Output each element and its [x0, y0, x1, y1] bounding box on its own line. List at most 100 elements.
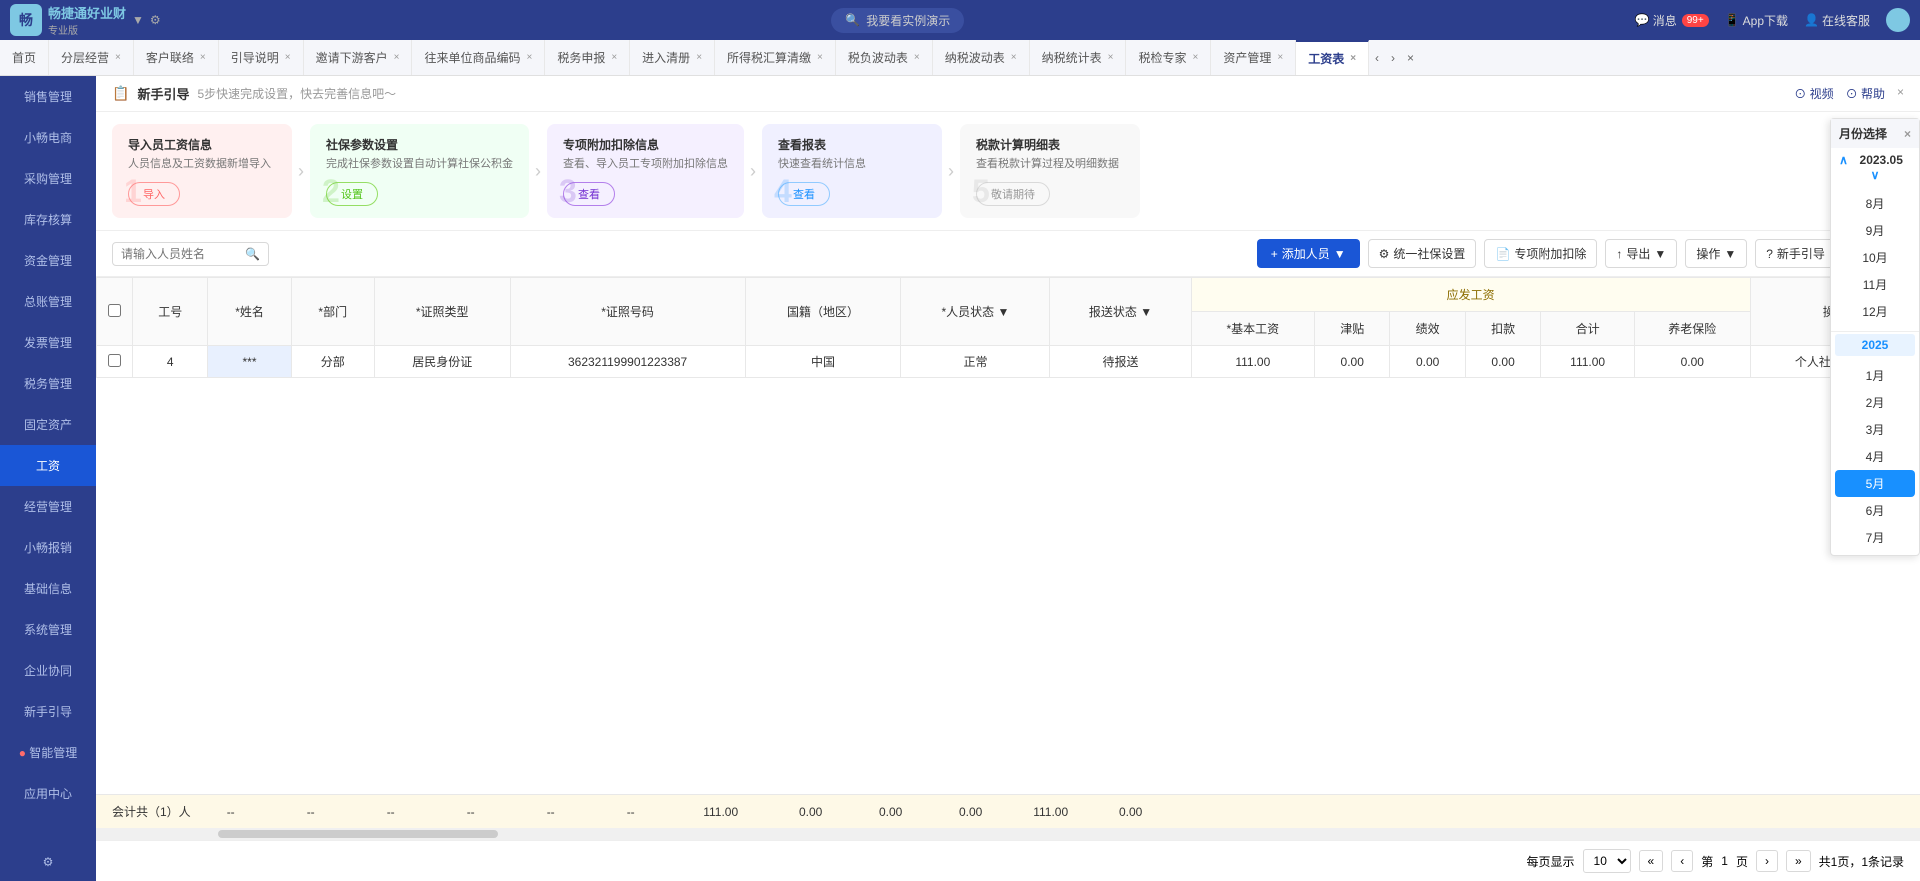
dropdown-icon[interactable]: ▼ — [132, 13, 144, 27]
month-9[interactable]: 9月 — [1831, 217, 1919, 244]
close-icon[interactable]: × — [1277, 52, 1283, 63]
sidebar-item-总账管理[interactable]: 总账管理 — [0, 281, 96, 322]
month-10[interactable]: 10月 — [1831, 244, 1919, 271]
filter-icon2[interactable]: ▼ — [1140, 305, 1152, 319]
guide-help-btn[interactable]: ⊙ 帮助 — [1846, 85, 1885, 102]
sidebar-item-销售管理[interactable]: 销售管理 — [0, 76, 96, 117]
sidebar-item-工资[interactable]: 工资 — [0, 445, 96, 486]
month-2025-3[interactable]: 3月 — [1831, 416, 1919, 443]
sidebar-item-发票管理[interactable]: 发票管理 — [0, 322, 96, 363]
sidebar-item-税务管理[interactable]: 税务管理 — [0, 363, 96, 404]
month-panel-title: 月份选择 — [1839, 125, 1887, 142]
month-8[interactable]: 8月 — [1831, 190, 1919, 217]
horizontal-scrollbar[interactable] — [96, 828, 1920, 840]
tab-工资表[interactable]: 工资表 × — [1296, 40, 1369, 75]
close-icon[interactable]: × — [285, 52, 291, 63]
sidebar-item-库存核算[interactable]: 库存核算 — [0, 199, 96, 240]
close-icon[interactable]: × — [817, 52, 823, 63]
prev-page-btn[interactable]: ‹ — [1671, 850, 1693, 872]
month-2025-5[interactable]: 5月 — [1835, 470, 1915, 497]
year-down-btn[interactable]: ∨ — [1871, 168, 1880, 182]
tab-所得税汇算清缴[interactable]: 所得税汇算清缴 × — [715, 40, 836, 75]
per-page-select[interactable]: 10 20 50 — [1583, 849, 1631, 873]
sidebar-item-采购管理[interactable]: 采购管理 — [0, 158, 96, 199]
tab-next-btn[interactable]: › — [1385, 51, 1401, 65]
guide-close-btn[interactable]: × — [1897, 85, 1904, 102]
message-btn[interactable]: 💬 消息 99+ — [1635, 12, 1709, 29]
tab-税检专家[interactable]: 税检专家 × — [1126, 40, 1211, 75]
row-select-checkbox[interactable] — [108, 354, 121, 367]
online-service-btn[interactable]: 👤 在线客服 — [1804, 12, 1870, 29]
search-input[interactable] — [121, 247, 241, 261]
tab-纳税波动表[interactable]: 纳税波动表 × — [933, 40, 1030, 75]
tab-资产管理[interactable]: 资产管理 × — [1211, 40, 1296, 75]
last-page-btn[interactable]: » — [1786, 850, 1811, 872]
export-btn[interactable]: ↑ 导出 ▼ — [1605, 239, 1677, 268]
close-icon[interactable]: × — [914, 52, 920, 63]
scrollbar-thumb[interactable] — [218, 830, 498, 838]
month-panel-close[interactable]: × — [1904, 127, 1911, 141]
close-icon[interactable]: × — [611, 52, 617, 63]
tab-税务申报[interactable]: 税务申报 × — [545, 40, 630, 75]
tab-纳税统计表[interactable]: 纳税统计表 × — [1030, 40, 1127, 75]
tab-客户联络[interactable]: 客户联络 × — [134, 40, 219, 75]
month-2025-1[interactable]: 1月 — [1831, 362, 1919, 389]
sidebar-item-基础信息[interactable]: 基础信息 — [0, 568, 96, 609]
step-4: 查看报表 快速查看统计信息 查看 4 — [762, 124, 942, 218]
sidebar-item-小畅电商[interactable]: 小畅电商 — [0, 117, 96, 158]
sidebar-item-系统管理[interactable]: 系统管理 — [0, 609, 96, 650]
tab-往来单位商品编码[interactable]: 往来单位商品编码 × — [412, 40, 545, 75]
sidebar-item-应用中心[interactable]: 应用中心 — [0, 773, 96, 814]
th-total: 合计 — [1541, 312, 1635, 346]
tab-prev-btn[interactable]: ‹ — [1369, 51, 1385, 65]
year-up-btn[interactable]: ∧ — [1839, 153, 1848, 167]
tab-进入清册[interactable]: 进入清册 × — [630, 40, 715, 75]
first-page-btn[interactable]: « — [1639, 850, 1664, 872]
month-2025-6[interactable]: 6月 — [1831, 497, 1919, 524]
sidebar-settings-btn[interactable]: ⚙ — [0, 843, 96, 881]
tab-分层经营[interactable]: 分层经营 × — [49, 40, 134, 75]
search-input-wrap[interactable]: 🔍 — [112, 242, 269, 266]
add-staff-button[interactable]: + 添加人员 ▼ — [1257, 239, 1360, 268]
close-icon[interactable]: × — [394, 52, 400, 63]
guide-video-btn[interactable]: ⊙ 视频 — [1794, 85, 1833, 102]
tab-邀请下游客户[interactable]: 邀请下游客户 × — [304, 40, 413, 75]
sidebar-item-小畅报销[interactable]: 小畅报销 — [0, 527, 96, 568]
guide-btn[interactable]: ? 新手引导 — [1755, 239, 1836, 268]
close-icon[interactable]: × — [200, 52, 206, 63]
filter-icon[interactable]: ▼ — [998, 305, 1010, 319]
guide-icon: ? — [1766, 247, 1773, 261]
tab-close-all-btn[interactable]: × — [1401, 51, 1420, 65]
close-icon[interactable]: × — [526, 52, 532, 63]
demo-search[interactable]: 🔍 我要看实例演示 — [831, 8, 964, 33]
close-active-icon[interactable]: × — [1350, 53, 1356, 64]
close-icon[interactable]: × — [1108, 52, 1114, 63]
settings-icon[interactable]: ⚙ — [150, 13, 161, 27]
operation-btn[interactable]: 操作 ▼ — [1685, 239, 1747, 268]
tab-引导说明[interactable]: 引导说明 × — [219, 40, 304, 75]
special-deduction-btn[interactable]: 📄 专项附加扣除 — [1484, 239, 1597, 268]
sidebar-item-智能管理[interactable]: ● 智能管理 — [0, 732, 96, 773]
month-11[interactable]: 11月 — [1831, 271, 1919, 298]
sidebar-item-新手引导[interactable]: 新手引导 — [0, 691, 96, 732]
tab-home[interactable]: 首页 — [0, 40, 49, 75]
search-icon[interactable]: 🔍 — [245, 247, 260, 261]
close-icon[interactable]: × — [1011, 52, 1017, 63]
close-icon[interactable]: × — [115, 52, 121, 63]
sidebar-item-资金管理[interactable]: 资金管理 — [0, 240, 96, 281]
sidebar-item-固定资产[interactable]: 固定资产 — [0, 404, 96, 445]
unified-settings-btn[interactable]: ⚙ 统一社保设置 — [1368, 239, 1477, 268]
sidebar-item-企业协同[interactable]: 企业协同 — [0, 650, 96, 691]
select-all-checkbox[interactable] — [108, 304, 121, 317]
next-page-btn[interactable]: › — [1756, 850, 1778, 872]
month-12[interactable]: 12月 — [1831, 298, 1919, 325]
month-2025-2[interactable]: 2月 — [1831, 389, 1919, 416]
month-2025-7[interactable]: 7月 — [1831, 524, 1919, 551]
sidebar-item-经营管理[interactable]: 经营管理 — [0, 486, 96, 527]
tab-税负波动表[interactable]: 税负波动表 × — [836, 40, 933, 75]
avatar[interactable] — [1886, 8, 1910, 32]
month-2025-4[interactable]: 4月 — [1831, 443, 1919, 470]
close-icon[interactable]: × — [696, 52, 702, 63]
app-download-btn[interactable]: 📱 App下载 — [1725, 12, 1788, 29]
close-icon[interactable]: × — [1192, 52, 1198, 63]
